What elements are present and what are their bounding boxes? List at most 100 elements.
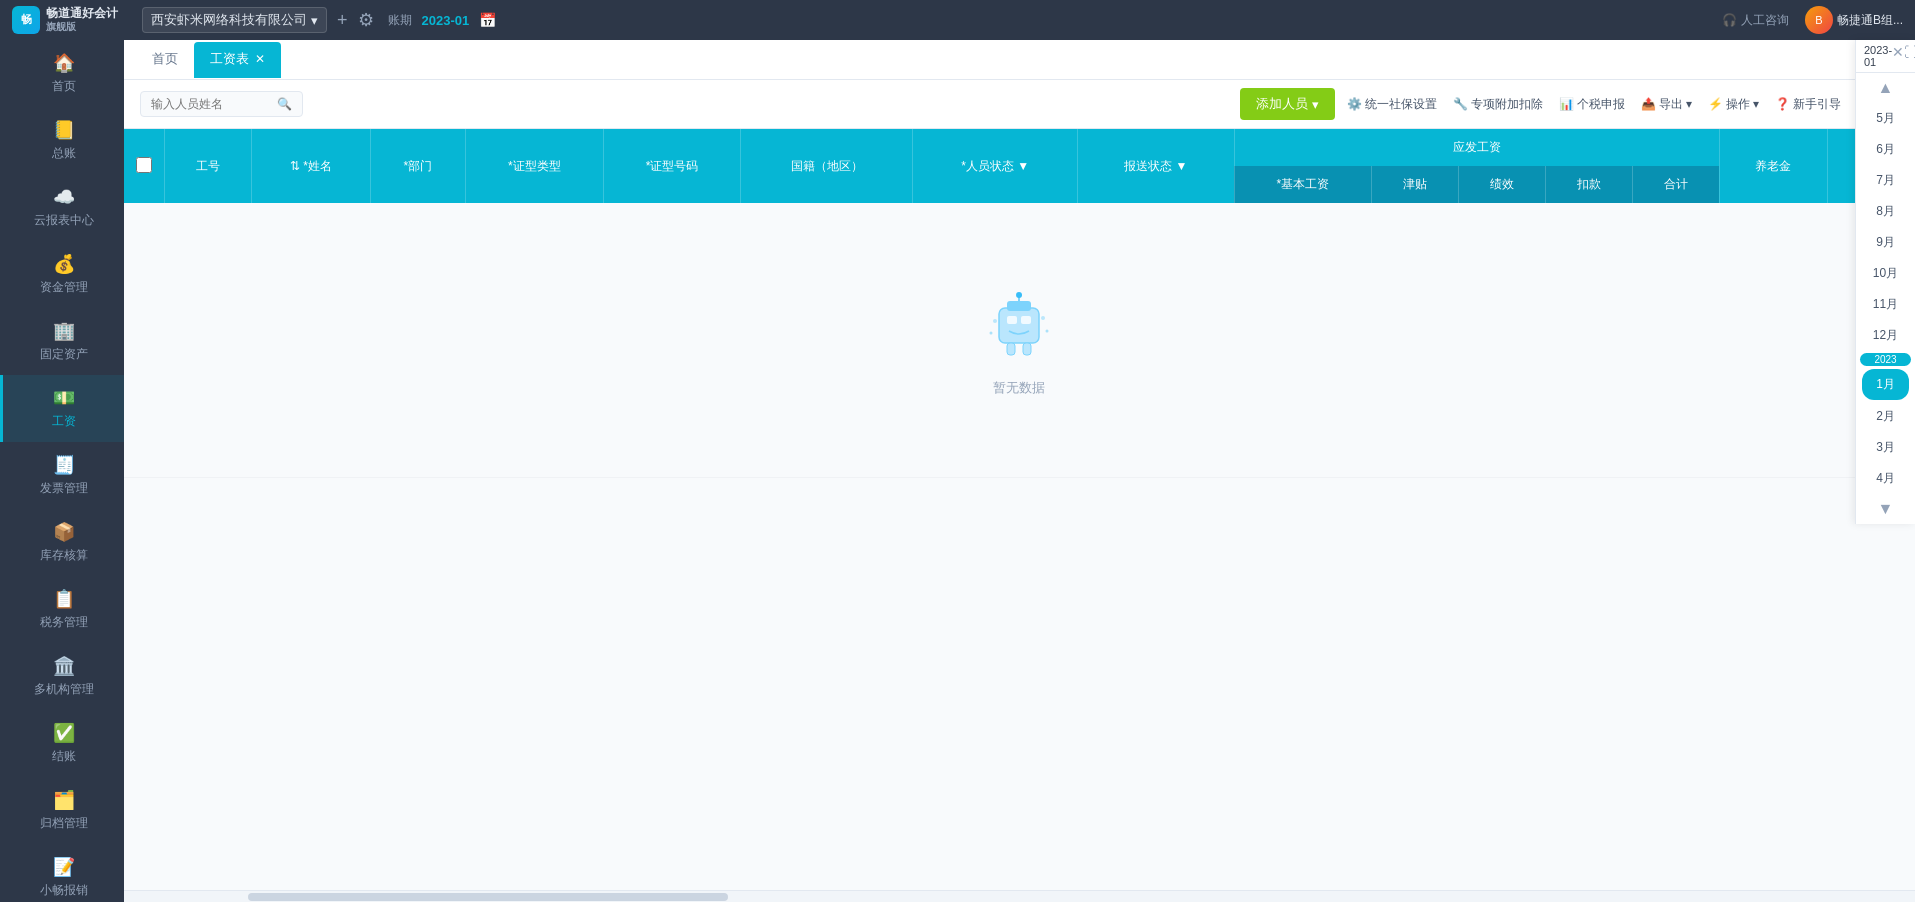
sidebar-label-settle: 结账 [52, 748, 76, 765]
human-service-btn[interactable]: 🎧 人工咨询 [1722, 12, 1789, 29]
th-nationality: 国籍（地区） [741, 129, 913, 203]
month-item-11[interactable]: 11月 [1856, 289, 1915, 320]
dropdown-icon: ▾ [311, 13, 318, 28]
header-add-btn[interactable]: + [337, 10, 348, 31]
header-right: 🎧 人工咨询 B 畅捷通B组... [1722, 6, 1903, 34]
tax-icon: 📋 [53, 588, 75, 610]
svg-rect-7 [1023, 343, 1031, 355]
sidebar-item-multi-org[interactable]: 🏛️ 多机构管理 [0, 643, 124, 710]
scroll-thumb[interactable] [248, 893, 728, 901]
month-item-12[interactable]: 12月 [1856, 320, 1915, 351]
th-report-status: 报送状态 ▼ [1078, 129, 1234, 203]
dropdown-chevron-icon: ▾ [1312, 97, 1319, 112]
sidebar-label-home: 首页 [52, 78, 76, 95]
panel-close-btn[interactable]: ✕ [1892, 44, 1904, 68]
sidebar-item-cloud-report[interactable]: ☁️ 云报表中心 [0, 174, 124, 241]
svg-point-11 [1046, 330, 1049, 333]
sidebar-label-org: 多机构管理 [34, 681, 94, 698]
deduction-btn[interactable]: 🔧 专项附加扣除 [1453, 96, 1543, 113]
svg-rect-0 [999, 308, 1039, 343]
sidebar-item-settle[interactable]: ✅ 结账 [0, 710, 124, 777]
user-profile[interactable]: B 畅捷通B组... [1805, 6, 1903, 34]
month-nav-down[interactable]: ▼ [1856, 494, 1915, 524]
panel-expand-btn[interactable]: ⛶ [1904, 44, 1915, 68]
operations-dropdown-icon: ▾ [1753, 97, 1759, 111]
deduction-icon: 🔧 [1453, 97, 1468, 111]
sidebar-label-cloud: 云报表中心 [34, 212, 94, 229]
svg-point-3 [1016, 292, 1022, 298]
sidebar: 🏠 首页 📒 总账 ☁️ 云报表中心 💰 资金管理 🏢 固定资产 💵 工资 🧾 … [0, 40, 124, 902]
month-item-2[interactable]: 2月 [1856, 401, 1915, 432]
top-header: 畅 畅道通好会计 旗舰版 西安虾米网络科技有限公司 ▾ + ⚙ 账期 2023-… [0, 0, 1915, 40]
table-container: 工号 ⇅ *姓名 *部门 *证型类型 *证型号码 国籍（地区） *人员状态 ▼ … [124, 129, 1915, 890]
svg-rect-6 [1007, 343, 1015, 355]
tab-home[interactable]: 首页 [136, 42, 194, 78]
empty-state: 暂无数据 [124, 203, 1915, 477]
calendar-icon[interactable]: 📅 [479, 12, 496, 28]
th-id-number: *证型号码 [603, 129, 741, 203]
search-input[interactable] [151, 97, 271, 111]
th-status: *人员状态 ▼ [913, 129, 1078, 203]
header-settings-btn[interactable]: ⚙ [358, 9, 374, 31]
month-panel-title: 2023-01 [1864, 44, 1892, 68]
headset-icon: 🎧 [1722, 13, 1737, 27]
toolbar: 🔍 添加人员 ▾ ⚙️ 统一社保设置 🔧 专项附加扣除 📊 个税申报 [124, 80, 1915, 129]
social-security-btn[interactable]: ⚙️ 统一社保设置 [1347, 96, 1437, 113]
salary-table: 工号 ⇅ *姓名 *部门 *证型类型 *证型号码 国籍（地区） *人员状态 ▼ … [124, 129, 1915, 478]
month-item-1[interactable]: 1月 [1862, 369, 1909, 400]
operations-btn[interactable]: ⚡ 操作 ▾ [1708, 96, 1759, 113]
report-filter-icon[interactable]: ▼ [1176, 159, 1188, 173]
horizontal-scrollbar[interactable] [124, 890, 1915, 902]
new-guide-btn[interactable]: ❓ 新手引导 [1775, 96, 1841, 113]
month-item-7[interactable]: 7月 [1856, 165, 1915, 196]
tab-bar: 首页 工资表 ✕ [124, 40, 1915, 80]
month-item-4[interactable]: 4月 [1856, 463, 1915, 494]
expense-icon: 📝 [53, 856, 75, 878]
month-item-3[interactable]: 3月 [1856, 432, 1915, 463]
add-btn-label: 添加人员 [1256, 95, 1308, 113]
sidebar-item-invoice[interactable]: 🧾 发票管理 [0, 442, 124, 509]
sidebar-item-inventory[interactable]: 📦 库存核算 [0, 509, 124, 576]
sidebar-label-salary: 工资 [52, 413, 76, 430]
sidebar-item-home[interactable]: 🏠 首页 [0, 40, 124, 107]
month-item-9[interactable]: 9月 [1856, 227, 1915, 258]
export-icon: 📤 [1641, 97, 1656, 111]
sidebar-item-salary[interactable]: 💵 工资 [0, 375, 124, 442]
inventory-icon: 📦 [53, 521, 75, 543]
main-layout: 🏠 首页 📒 总账 ☁️ 云报表中心 💰 资金管理 🏢 固定资产 💵 工资 🧾 … [0, 40, 1915, 902]
month-item-8[interactable]: 8月 [1856, 196, 1915, 227]
month-item-6[interactable]: 6月 [1856, 134, 1915, 165]
asset-icon: 🏢 [53, 320, 75, 342]
tab-salary[interactable]: 工资表 ✕ [194, 42, 281, 78]
sidebar-item-expense[interactable]: 📝 小畅报销 [0, 844, 124, 902]
svg-rect-1 [1007, 301, 1031, 311]
th-checkbox[interactable] [124, 129, 165, 203]
svg-point-10 [990, 332, 993, 335]
user-avatar: B [1805, 6, 1833, 34]
sidebar-item-fixed-asset[interactable]: 🏢 固定资产 [0, 308, 124, 375]
month-item-5[interactable]: 5月 [1856, 103, 1915, 134]
sidebar-item-fund[interactable]: 💰 资金管理 [0, 241, 124, 308]
operations-icon: ⚡ [1708, 97, 1723, 111]
logo-area: 畅 畅道通好会计 旗舰版 [12, 6, 132, 34]
status-filter-icon[interactable]: ▼ [1017, 159, 1029, 173]
svg-rect-5 [1021, 316, 1031, 324]
sidebar-item-ledger[interactable]: 📒 总账 [0, 107, 124, 174]
sidebar-item-archive[interactable]: 🗂️ 归档管理 [0, 777, 124, 844]
plus-icon: + [337, 10, 348, 31]
search-box[interactable]: 🔍 [140, 91, 303, 117]
panel-header-row: 2023-01 ✕ ⛶ [1856, 40, 1915, 73]
export-btn[interactable]: 📤 导出 ▾ [1641, 96, 1692, 113]
tax-report-btn[interactable]: 📊 个税申报 [1559, 96, 1625, 113]
add-person-button[interactable]: 添加人员 ▾ [1240, 88, 1335, 120]
tab-close-icon[interactable]: ✕ [255, 52, 265, 66]
sidebar-item-tax[interactable]: 📋 税务管理 [0, 576, 124, 643]
th-deduct: 扣款 [1546, 166, 1633, 203]
month-item-10[interactable]: 10月 [1856, 258, 1915, 289]
search-icon: 🔍 [277, 97, 292, 111]
th-performance: 绩效 [1459, 166, 1546, 203]
month-nav-up[interactable]: ▲ [1856, 73, 1915, 103]
th-total: 合计 [1632, 166, 1719, 203]
company-selector[interactable]: 西安虾米网络科技有限公司 ▾ [142, 7, 327, 33]
select-all-checkbox[interactable] [136, 157, 152, 173]
